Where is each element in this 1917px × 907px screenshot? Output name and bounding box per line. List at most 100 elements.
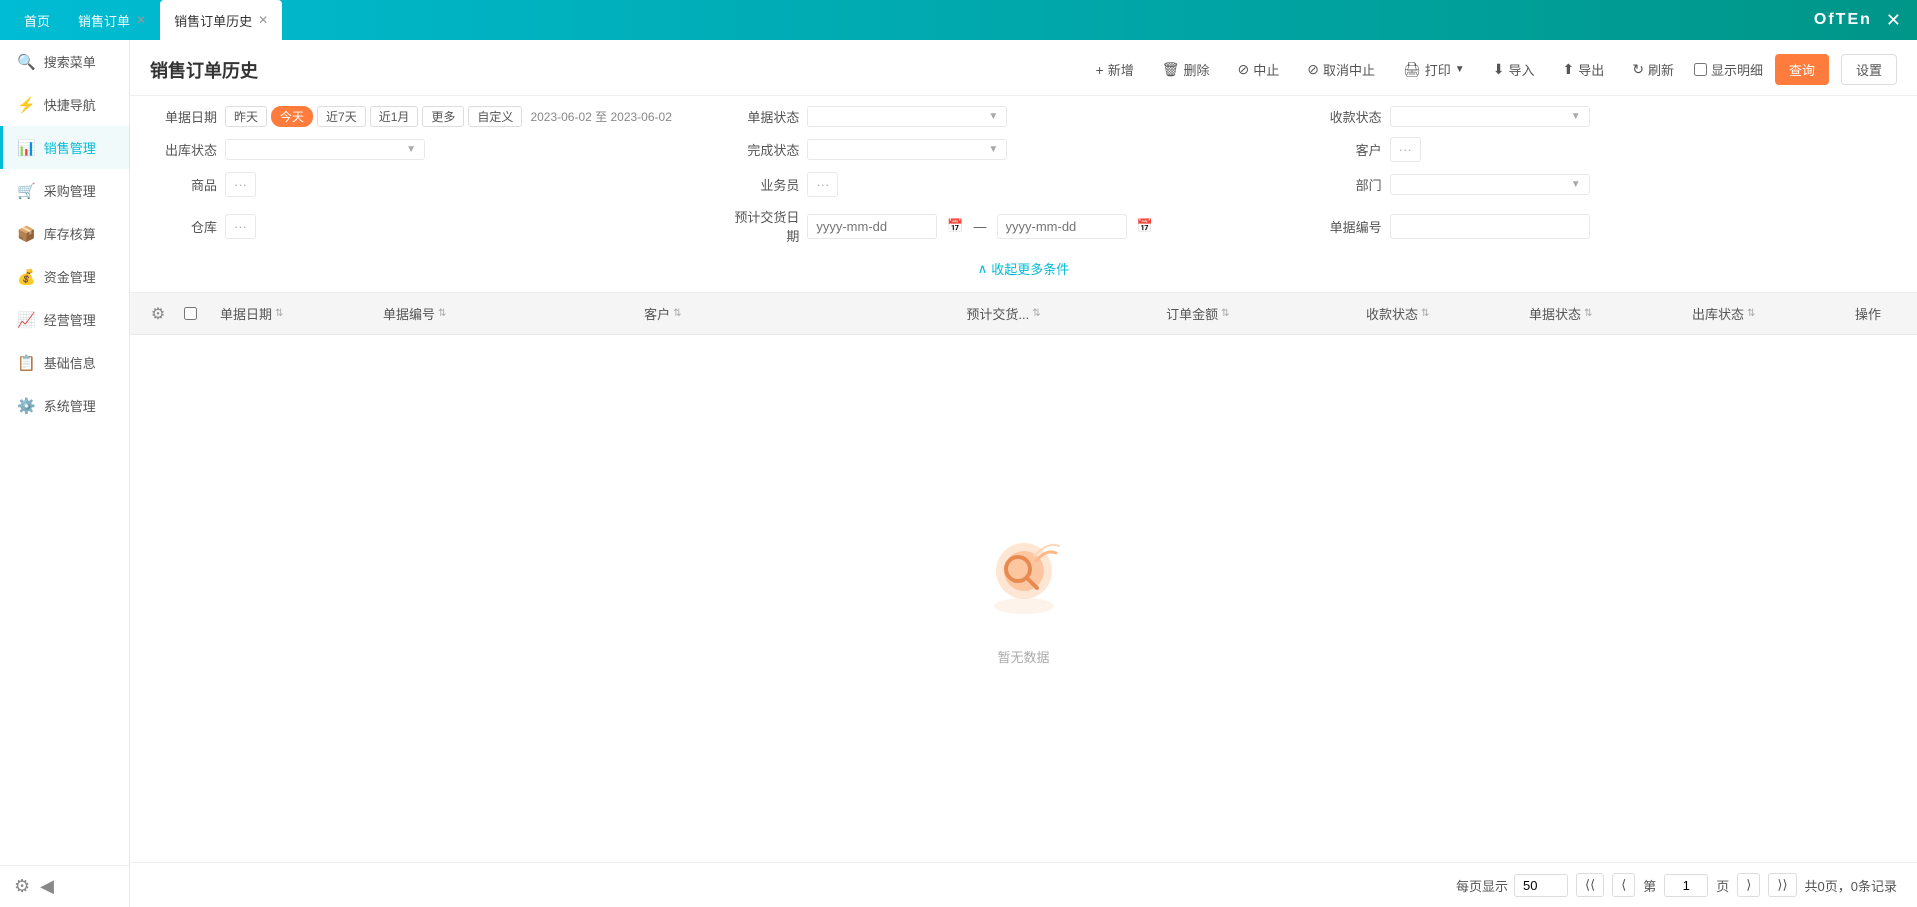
date-btn-more[interactable]: 更多 (422, 106, 464, 127)
salesperson-ellipsis-btn[interactable]: ··· (807, 172, 838, 197)
customer-ellipsis-btn[interactable]: ··· (1390, 137, 1421, 162)
filter-date-quick: 昨天 今天 近7天 近1月 更多 自定义 2023-06-02 至 2023-0… (225, 106, 732, 127)
page-number-input[interactable] (1664, 874, 1708, 897)
date-btn-custom[interactable]: 自定义 (468, 106, 522, 127)
column-settings-icon[interactable]: ⚙ (148, 300, 168, 328)
new-button[interactable]: + 新增 (1088, 56, 1142, 83)
filter-product: ··· (225, 172, 732, 197)
th-payment-status[interactable]: 收款状态 ⇅ (1358, 304, 1521, 323)
sidebar-item-operations[interactable]: 📈 经营管理 (0, 298, 129, 341)
quick-nav-icon: ⚡ (17, 96, 36, 114)
th-customer[interactable]: 客户 ⇅ (636, 304, 958, 323)
sidebar-item-sales[interactable]: 📊 销售管理 (0, 126, 129, 169)
tab-sales-order-history[interactable]: 销售订单历史 ✕ (160, 0, 282, 40)
calendar-start-icon[interactable]: 📅 (947, 218, 963, 234)
empty-state-icon (974, 531, 1074, 631)
th-amount[interactable]: 订单金额 ⇅ (1158, 304, 1358, 323)
sidebar-item-quick-nav[interactable]: ⚡ 快捷导航 (0, 83, 129, 126)
print-button[interactable]: 🖨 打印 ▼ (1395, 56, 1473, 83)
filter-doc-status: ▼ (807, 106, 1314, 127)
delete-button[interactable]: 🗑 删除 (1154, 56, 1218, 83)
date-btn-7days[interactable]: 近7天 (317, 106, 366, 127)
filter-label-date: 单据日期 (150, 107, 225, 126)
sidebar-item-system[interactable]: ⚙️ 系统管理 (0, 384, 129, 427)
tab-sales-order[interactable]: 销售订单 ✕ (64, 0, 160, 40)
collapse-sidebar-icon[interactable]: ◀ (40, 876, 54, 897)
date-quick-buttons: 昨天 今天 近7天 近1月 更多 自定义 (225, 106, 522, 127)
sidebar-item-base-info[interactable]: 📋 基础信息 (0, 341, 129, 384)
select-all-checkbox[interactable] (184, 307, 197, 320)
calendar-end-icon[interactable]: 📅 (1137, 218, 1153, 234)
import-button[interactable]: ⬇ 导入 (1485, 56, 1543, 83)
refresh-button[interactable]: ↻ 刷新 (1624, 56, 1682, 83)
department-select[interactable]: ▼ (1390, 174, 1590, 195)
page-label: 页 (1716, 876, 1729, 895)
th-stock-status[interactable]: 出库状态 ⇅ (1684, 304, 1847, 323)
th-doc-no[interactable]: 单据编号 ⇅ (375, 304, 636, 323)
collapse-filter-btn[interactable]: ∧ 收起更多条件 (150, 255, 1897, 282)
date-btn-today[interactable]: 今天 (271, 106, 313, 127)
product-ellipsis-btn[interactable]: ··· (225, 172, 256, 197)
collapse-icon: ∧ (978, 261, 988, 277)
filter-payment-status: ▼ (1390, 106, 1897, 127)
page-size-dropdown[interactable]: 20 50 100 200 (1514, 874, 1568, 897)
import-icon: ⬇ (1493, 61, 1505, 78)
close-sales-order-tab[interactable]: ✕ (136, 13, 146, 27)
stock-status-select[interactable]: ▼ (225, 139, 425, 160)
sort-doc-no-icon: ⇅ (438, 308, 446, 319)
main-layout: 🔍 搜索菜单 ⚡ 快捷导航 📊 销售管理 🛒 采购管理 📦 库存核算 💰 资金管… (0, 40, 1917, 907)
filter-row-1: 单据日期 昨天 今天 近7天 近1月 更多 自定义 2023-06-02 至 2… (150, 106, 1897, 127)
th-doc-status[interactable]: 单据状态 ⇅ (1521, 304, 1684, 323)
th-delivery[interactable]: 预计交货... ⇅ (958, 304, 1158, 323)
th-checkbox[interactable] (176, 307, 212, 320)
delivery-date-start-input[interactable] (807, 214, 937, 239)
page-header: 销售订单历史 + 新增 🗑 删除 ⊘ 中止 ⊘ 取消中止 (130, 40, 1917, 96)
sort-customer-icon: ⇅ (673, 308, 681, 319)
filter-label-department: 部门 (1315, 175, 1390, 194)
first-page-btn[interactable]: ⟨⟨ (1576, 873, 1604, 897)
delivery-date-end-input[interactable] (997, 214, 1127, 239)
date-btn-yesterday[interactable]: 昨天 (225, 106, 267, 127)
tab-home[interactable]: 首页 (10, 0, 64, 40)
sidebar-item-inventory[interactable]: 📦 库存核算 (0, 212, 129, 255)
prev-page-btn[interactable]: ⟨ (1612, 873, 1635, 897)
filter-label-product: 商品 (150, 175, 225, 194)
delete-icon: 🗑 (1162, 61, 1180, 78)
filter-row-2: 出库状态 ▼ 完成状态 ▼ 客户 ··· (150, 137, 1897, 162)
app-close-button[interactable]: ✕ (1880, 10, 1907, 31)
query-button[interactable]: 查询 (1775, 54, 1829, 85)
payment-status-select[interactable]: ▼ (1390, 106, 1590, 127)
show-detail-checkbox-label[interactable]: 显示明细 (1694, 60, 1763, 79)
filter-row-4: 仓库 ··· 预计交货日期 📅 — 📅 单据编号 (150, 207, 1897, 245)
cancel-stop-button[interactable]: ⊘ 取消中止 (1299, 56, 1383, 83)
export-button[interactable]: ⬆ 导出 (1554, 56, 1612, 83)
doc-status-select[interactable]: ▼ (807, 106, 1007, 127)
settings-bottom-icon[interactable]: ⚙ (14, 876, 30, 897)
warehouse-ellipsis-btn[interactable]: ··· (225, 214, 256, 239)
sidebar: 🔍 搜索菜单 ⚡ 快捷导航 📊 销售管理 🛒 采购管理 📦 库存核算 💰 资金管… (0, 40, 130, 907)
sidebar-item-search[interactable]: 🔍 搜索菜单 (0, 40, 129, 83)
doc-no-input[interactable] (1390, 214, 1590, 239)
sidebar-bottom: ⚙ ◀ (0, 865, 129, 907)
page-label-before: 第 (1643, 876, 1656, 895)
filter-label-customer: 客户 (1315, 140, 1390, 159)
sidebar-item-purchase[interactable]: 🛒 采购管理 (0, 169, 129, 212)
filter-row-3: 商品 ··· 业务员 ··· 部门 ▼ (150, 172, 1897, 197)
last-page-btn[interactable]: ⟩⟩ (1768, 873, 1796, 897)
export-icon: ⬆ (1562, 61, 1574, 78)
complete-status-select[interactable]: ▼ (807, 139, 1007, 160)
sidebar-item-finance[interactable]: 💰 资金管理 (0, 255, 129, 298)
filter-delivery-date: 📅 — 📅 (807, 214, 1314, 239)
th-settings[interactable]: ⚙ (140, 300, 176, 328)
empty-text: 暂无数据 (997, 647, 1049, 666)
th-date[interactable]: 单据日期 ⇅ (212, 304, 375, 323)
close-sales-order-history-tab[interactable]: ✕ (258, 13, 268, 27)
sort-amount-icon: ⇅ (1221, 308, 1229, 319)
show-detail-checkbox[interactable] (1694, 63, 1707, 76)
stop-button[interactable]: ⊘ 中止 (1230, 56, 1288, 83)
date-btn-1month[interactable]: 近1月 (370, 106, 419, 127)
search-icon: 🔍 (17, 53, 36, 71)
next-page-btn[interactable]: ⟩ (1737, 873, 1760, 897)
settings-button[interactable]: 设置 (1841, 54, 1897, 85)
plus-icon: + (1096, 62, 1104, 78)
